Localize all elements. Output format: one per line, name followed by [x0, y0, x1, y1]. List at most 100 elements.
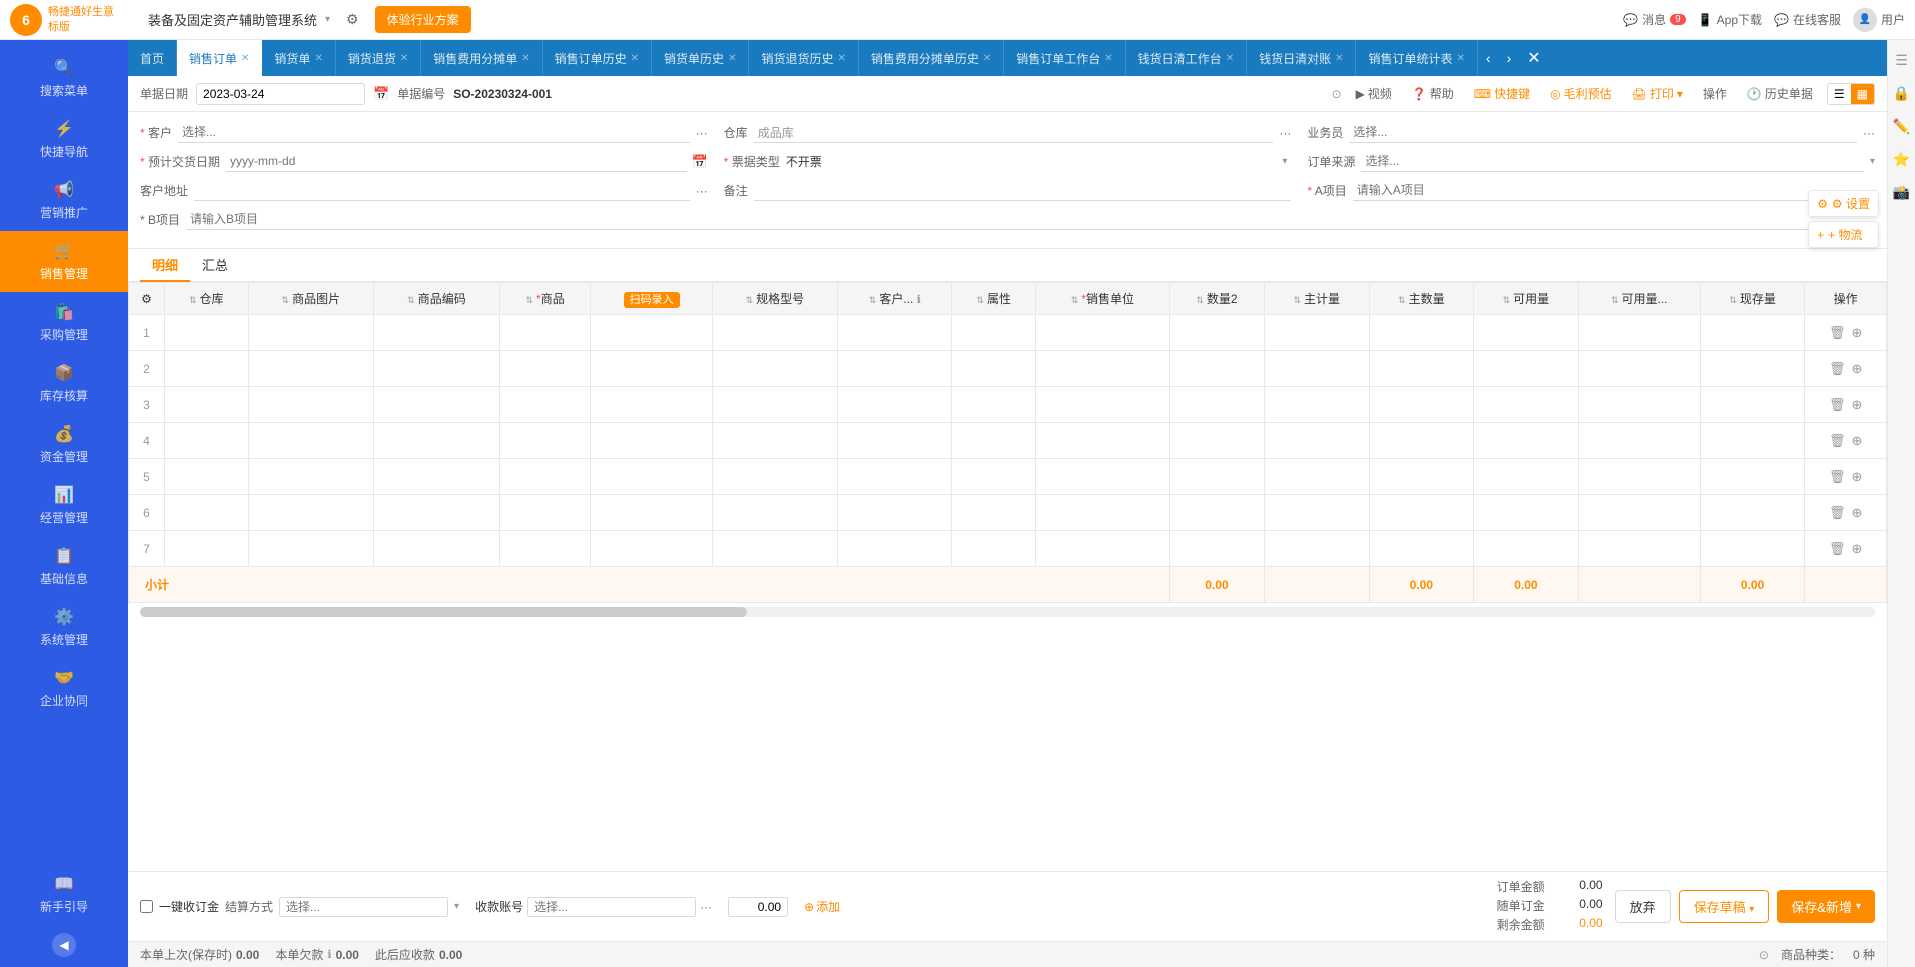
tab-daily-reconcile[interactable]: 钱货日清对账 ✕ [1247, 40, 1356, 76]
sidebar-item-basic-info[interactable]: 📋 基础信息 [0, 536, 128, 597]
td-customer-code-2[interactable] [838, 351, 952, 387]
row-copy-3[interactable]: ⊕ [1851, 397, 1862, 413]
online-service-item[interactable]: 💬 在线客服 [1774, 11, 1841, 28]
tab-close-all-button[interactable]: ✕ [1519, 40, 1548, 76]
th-warehouse-sort[interactable]: ⇅ [189, 295, 197, 305]
row-delete-1[interactable]: 🗑 [1829, 325, 1846, 341]
tab-sales-order-history-close[interactable]: ✕ [631, 53, 639, 64]
tab-sales-return[interactable]: 销货退货 ✕ [336, 40, 421, 76]
tab-sales-invoice[interactable]: 销货单 ✕ [262, 40, 335, 76]
tab-sales-stats-close[interactable]: ✕ [1457, 53, 1465, 64]
th-code-sort[interactable]: ⇅ [407, 295, 415, 305]
tab-sales-expense-close[interactable]: ✕ [521, 53, 529, 64]
save-draft-button[interactable]: 保存草稿 ▾ [1679, 890, 1770, 923]
td-attr-2[interactable] [952, 351, 1036, 387]
delivery-date-input[interactable] [226, 151, 687, 172]
td-unit-1[interactable] [1035, 315, 1169, 351]
horizontal-scrollbar[interactable] [140, 607, 1875, 617]
row-copy-4[interactable]: ⊕ [1851, 433, 1862, 449]
customer-input[interactable] [178, 122, 690, 143]
th-image-sort[interactable]: ⇅ [282, 295, 290, 305]
sidebar-item-finance[interactable]: 💰 资金管理 [0, 414, 128, 475]
row-copy-5[interactable]: ⊕ [1851, 469, 1862, 485]
grid-view-button[interactable]: ▦ [1851, 84, 1874, 104]
settings-float-button[interactable]: ⚙ ⚙ 设置 [1808, 190, 1879, 217]
save-new-button[interactable]: 保存&新增 ▾ [1777, 890, 1875, 923]
row-copy-1[interactable]: ⊕ [1851, 325, 1862, 341]
td-product-1[interactable] [499, 315, 591, 351]
customer-more[interactable]: ··· [696, 126, 708, 140]
sidebar-item-enterprise[interactable]: 🤝 企业协同 [0, 658, 128, 719]
salesperson-more[interactable]: ··· [1863, 126, 1875, 140]
date-input[interactable] [196, 83, 365, 105]
settlement-dropdown-icon[interactable]: ▾ [454, 901, 459, 912]
sidebar-item-operations[interactable]: 📊 经营管理 [0, 475, 128, 536]
scan-button[interactable]: 扫码录入 [624, 292, 680, 308]
save-draft-dropdown-icon[interactable]: ▾ [1749, 904, 1754, 915]
tab-sales-workbench[interactable]: 销售订单工作台 ✕ [1004, 40, 1125, 76]
sidebar-item-inventory[interactable]: 📦 库存核算 [0, 353, 128, 414]
th-qty2-sort[interactable]: ⇅ [1196, 295, 1204, 305]
tab-sales-invoice-history[interactable]: 销货单历史 ✕ [652, 40, 749, 76]
td-main-qty-1[interactable] [1369, 315, 1474, 351]
row-copy-7[interactable]: ⊕ [1851, 541, 1862, 557]
td-unit-2[interactable] [1035, 351, 1169, 387]
pay-amount-input[interactable] [728, 897, 788, 917]
right-icon-camera[interactable]: 📸 [1889, 180, 1914, 205]
b-project-input[interactable] [186, 209, 1875, 230]
tab-sales-stats[interactable]: 销售订单统计表 ✕ [1356, 40, 1477, 76]
history-button[interactable]: 🕐 历史单据 [1741, 82, 1819, 105]
address-input[interactable] [194, 180, 690, 201]
th-main-unit-sort[interactable]: ⇅ [1293, 295, 1301, 305]
sidebar-item-purchase[interactable]: 🛍️ 采购管理 [0, 292, 128, 353]
th-unit-sort[interactable]: ⇅ [1071, 295, 1079, 305]
th-spec-sort[interactable]: ⇅ [746, 295, 754, 305]
tab-daily-workbench-close[interactable]: ✕ [1226, 53, 1234, 64]
td-attr-1[interactable] [952, 315, 1036, 351]
settings-icon[interactable]: ⚙ [346, 11, 359, 28]
right-icon-edit[interactable]: ✏️ [1889, 114, 1914, 139]
td-spec-2[interactable] [712, 351, 838, 387]
td-main-qty-2[interactable] [1369, 351, 1474, 387]
address-more[interactable]: ··· [696, 184, 708, 198]
message-item[interactable]: 💬 消息 9 [1623, 11, 1686, 28]
app-download-item[interactable]: 📱 App下载 [1698, 11, 1762, 28]
view-button[interactable]: ▶ 视频 [1350, 82, 1398, 105]
td-code-1[interactable] [374, 315, 500, 351]
detail-tab-detail[interactable]: 明细 [140, 249, 190, 282]
th-settings[interactable]: ⚙ [129, 283, 165, 315]
discard-button[interactable]: 放弃 [1615, 890, 1671, 923]
tab-daily-reconcile-close[interactable]: ✕ [1335, 53, 1343, 64]
detail-tab-summary[interactable]: 汇总 [190, 249, 240, 282]
td-product-2[interactable] [499, 351, 591, 387]
td-warehouse-1[interactable] [165, 315, 249, 351]
sidebar-item-sales[interactable]: 🛒 销售管理 [0, 231, 128, 292]
sidebar-item-guide[interactable]: 📖 新手引导 [0, 864, 128, 925]
row-delete-6[interactable]: 🗑 [1829, 505, 1846, 521]
th-available2-sort[interactable]: ⇅ [1611, 295, 1619, 305]
salesperson-input[interactable] [1349, 122, 1857, 143]
tab-sales-expense[interactable]: 销售费用分摊单 ✕ [421, 40, 542, 76]
tab-prev-button[interactable]: ‹ [1478, 40, 1499, 76]
help-button[interactable]: ❓ 帮助 [1406, 82, 1460, 105]
profit-button[interactable]: ◎ 毛利预估 [1544, 82, 1618, 105]
receipt-more[interactable]: ··· [700, 900, 712, 914]
td-code-2[interactable] [374, 351, 500, 387]
receipt-account-input[interactable] [527, 897, 696, 917]
sidebar-item-search[interactable]: 🔍 搜索菜单 [0, 48, 128, 109]
delivery-calendar-icon[interactable]: 📅 [691, 154, 707, 170]
right-icon-star[interactable]: ⭐ [1889, 147, 1914, 172]
logistics-float-button[interactable]: + + 物流 [1808, 221, 1879, 248]
th-available-sort[interactable]: ⇅ [1503, 295, 1511, 305]
th-attr-sort[interactable]: ⇅ [976, 295, 984, 305]
tab-daily-workbench[interactable]: 钱货日清工作台 ✕ [1126, 40, 1247, 76]
user-area[interactable]: 👤 用户 [1853, 8, 1905, 32]
warehouse-input[interactable] [754, 122, 1274, 143]
td-spec-1[interactable] [712, 315, 838, 351]
td-qty2-2[interactable] [1169, 351, 1264, 387]
sidebar-item-marketing[interactable]: 📢 营销推广 [0, 170, 128, 231]
sidebar-collapse-button[interactable]: ◀ [52, 933, 76, 957]
tab-home[interactable]: 首页 [128, 40, 177, 76]
tab-next-button[interactable]: › [1499, 40, 1520, 76]
operations-button[interactable]: 操作 [1697, 82, 1733, 105]
